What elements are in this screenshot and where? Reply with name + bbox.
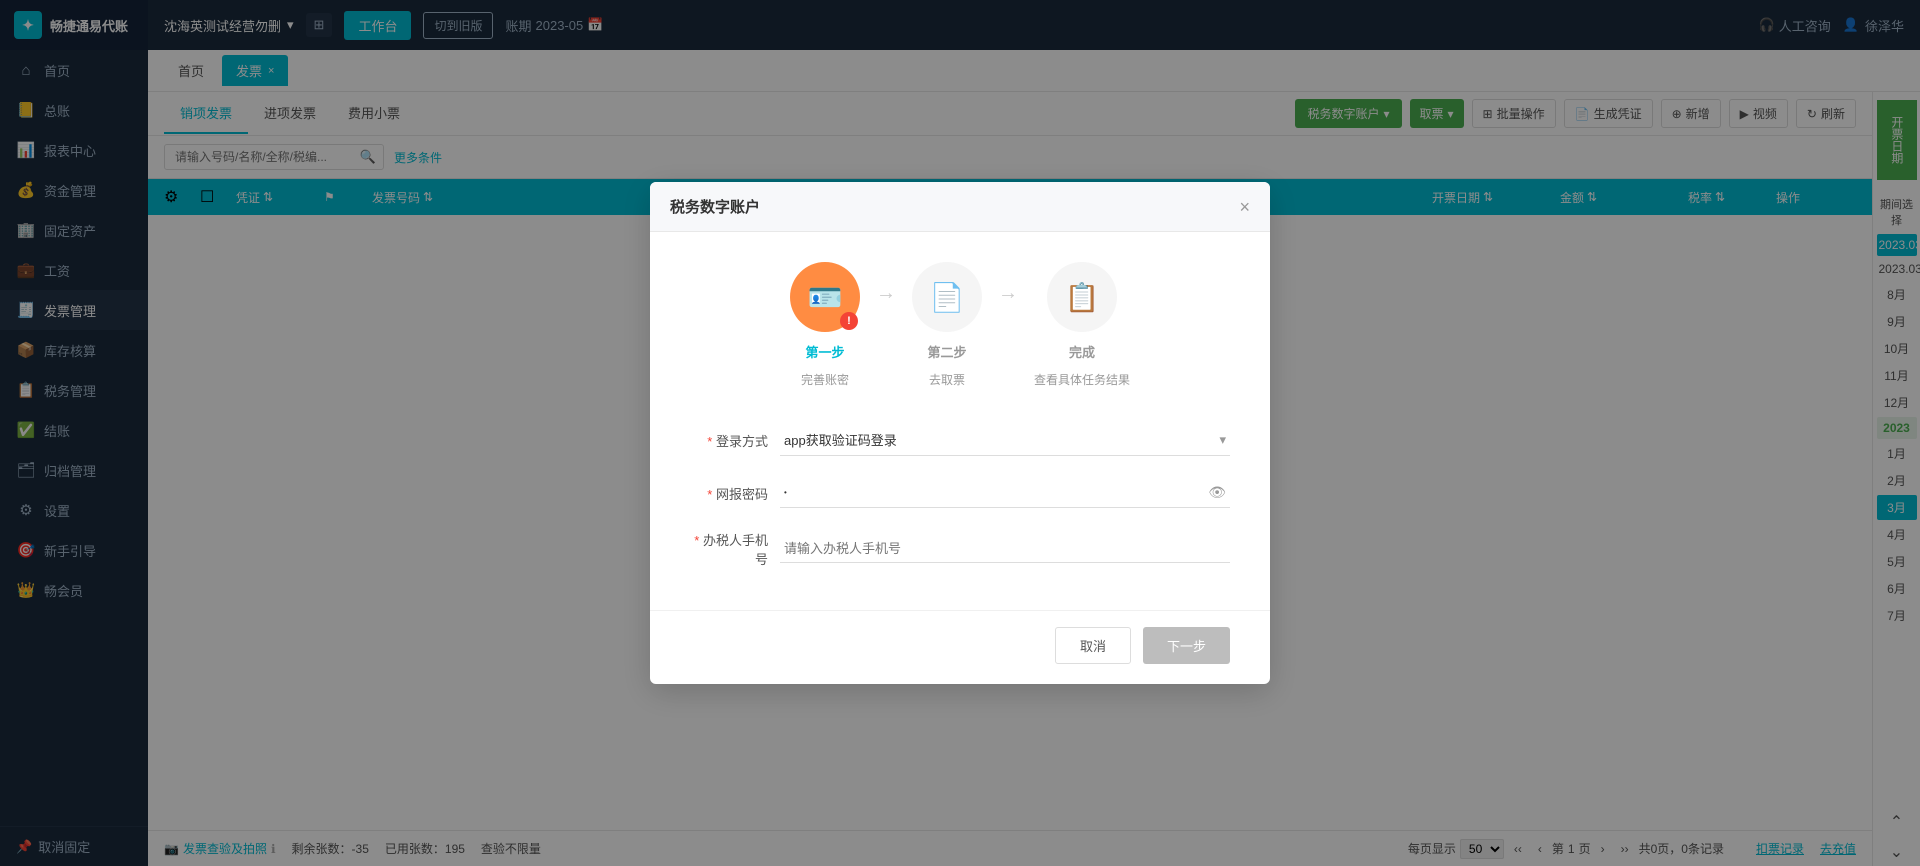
step-2-sublabel: 去取票 [929, 371, 965, 388]
step-arrow-2: → [982, 282, 1034, 305]
chevron-down-icon: ▾ [1219, 432, 1226, 448]
clipboard-icon: 📋 [1065, 281, 1100, 314]
password-label: * 网报密码 [690, 484, 780, 503]
step-1-icon: 🪪 ! [790, 262, 860, 332]
tax-digital-modal: 税务数字账户 × 🪪 ! 第一步 完善账密 → [650, 182, 1270, 684]
required-mark2: * [707, 487, 712, 502]
password-row: * 网报密码 • 👁 [690, 478, 1230, 508]
modal-title: 税务数字账户 [670, 196, 760, 217]
taxpayer-phone-input[interactable] [780, 535, 1230, 563]
document-icon: 📄 [930, 281, 965, 314]
login-method-row: * 登录方式 app获取验证码登录 ▾ [690, 424, 1230, 456]
steps-container: 🪪 ! 第一步 完善账密 → 📄 第二步 去取票 → [690, 262, 1230, 388]
login-method-value: app获取验证码登录 [784, 430, 897, 449]
password-field[interactable]: • 👁 [780, 478, 1230, 508]
step-arrow-1: → [860, 282, 912, 305]
eye-icon[interactable]: 👁 [1208, 484, 1226, 501]
modal-body: 🪪 ! 第一步 完善账密 → 📄 第二步 去取票 → [650, 232, 1270, 610]
step-3-sublabel: 查看具体任务结果 [1034, 371, 1130, 388]
step-3: 📋 完成 查看具体任务结果 [1034, 262, 1130, 388]
taxpayer-phone-label: * 办税人手机号 [690, 530, 780, 568]
user-card-icon: 🪪 [808, 281, 843, 314]
taxpayer-phone-row: * 办税人手机号 [690, 530, 1230, 568]
modal-close-btn[interactable]: × [1239, 198, 1250, 216]
login-method-select[interactable]: app获取验证码登录 ▾ [780, 424, 1230, 456]
cancel-button[interactable]: 取消 [1055, 627, 1131, 664]
step-3-icon: 📋 [1047, 262, 1117, 332]
step-2-icon: 📄 [912, 262, 982, 332]
login-method-label: * 登录方式 [690, 431, 780, 450]
next-button[interactable]: 下一步 [1143, 627, 1230, 664]
required-mark3: * [694, 533, 699, 548]
modal-header: 税务数字账户 × [650, 182, 1270, 232]
step-2-label: 第二步 [927, 342, 966, 361]
step-3-label: 完成 [1069, 342, 1095, 361]
password-dots: • [784, 488, 790, 497]
required-mark: * [707, 434, 712, 449]
step-2: 📄 第二步 去取票 [912, 262, 982, 388]
step-1-badge: ! [840, 312, 858, 330]
step-1-sublabel: 完善账密 [801, 371, 849, 388]
modal-footer: 取消 下一步 [650, 610, 1270, 684]
step-1: 🪪 ! 第一步 完善账密 [790, 262, 860, 388]
step-1-label: 第一步 [805, 342, 844, 361]
modal-overlay: 税务数字账户 × 🪪 ! 第一步 完善账密 → [0, 0, 1920, 866]
